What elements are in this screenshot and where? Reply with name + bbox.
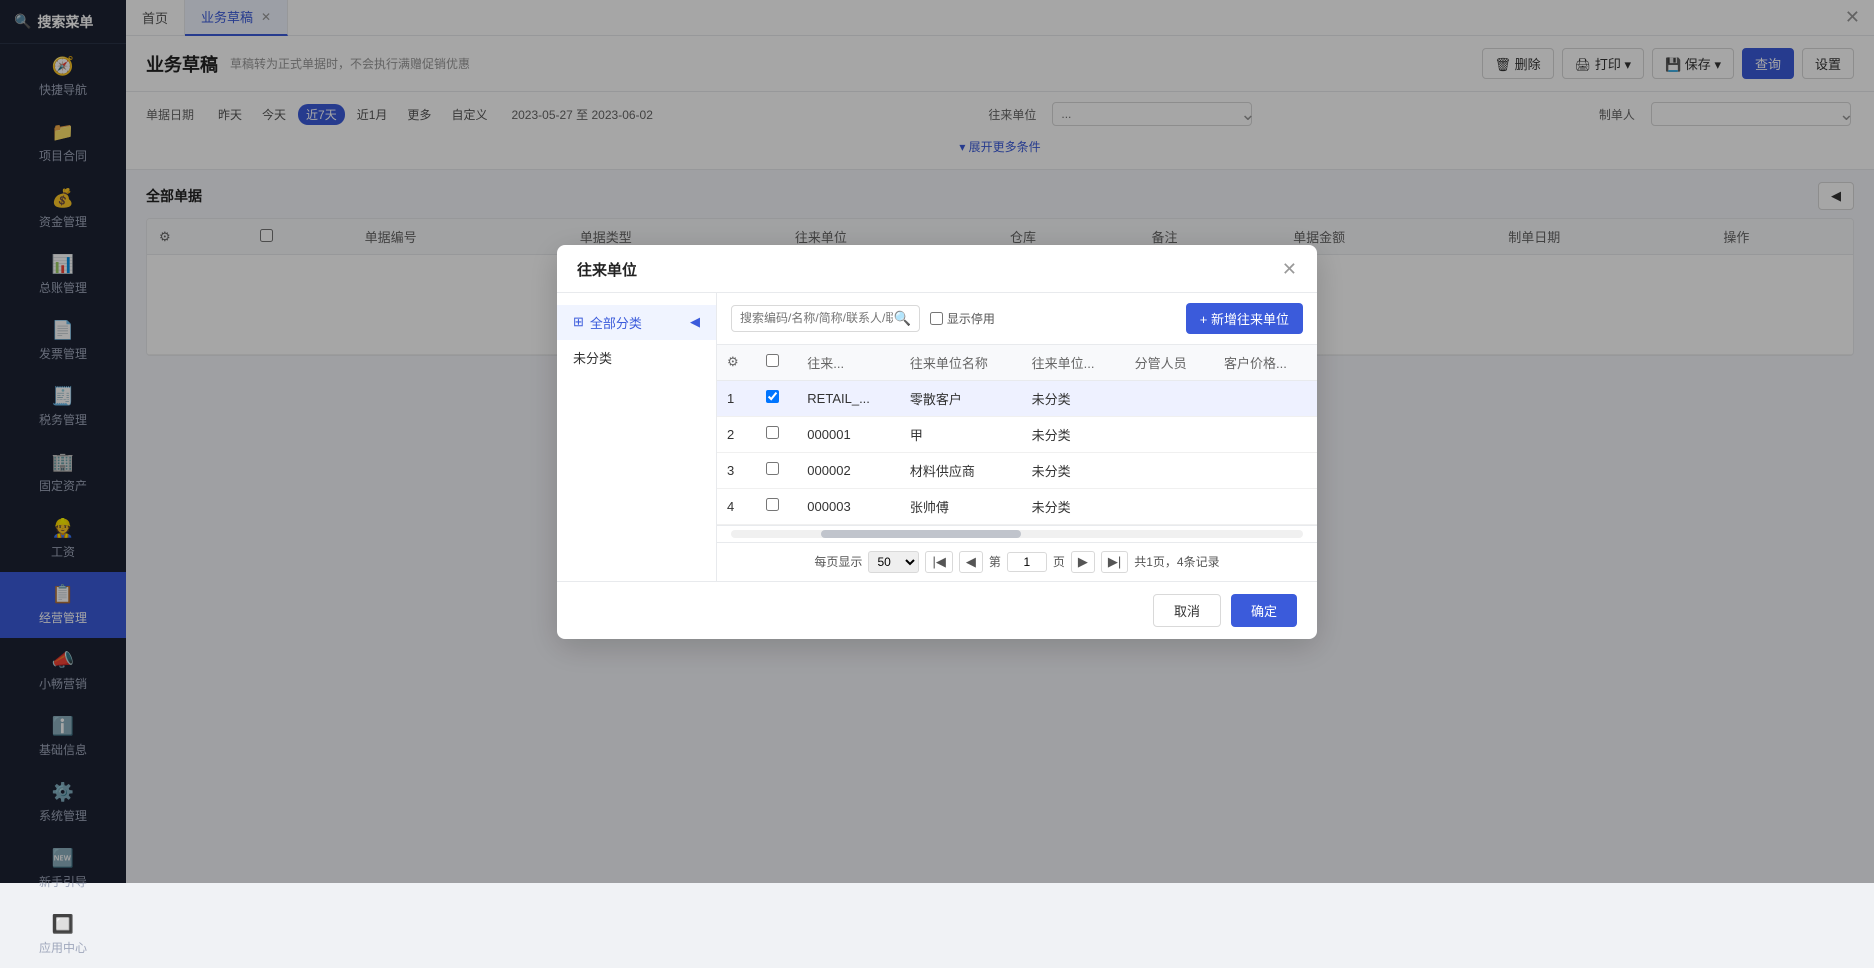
- dialog-actions: 取消 确定: [557, 581, 1317, 639]
- per-page-select[interactable]: 50 100: [868, 551, 919, 573]
- horizontal-scrollbar[interactable]: [717, 525, 1317, 542]
- dialog-table-row[interactable]: 4 000003 张帅傅 未分类: [717, 488, 1317, 524]
- row-code-1: 000001: [797, 416, 900, 452]
- row-category-1: 未分类: [1022, 416, 1125, 452]
- row-checkbox-0[interactable]: [766, 390, 779, 403]
- row-index-2: 3: [717, 452, 756, 488]
- counterpart-dialog: 往来单位 ✕ ⊞ 全部分类 ◀ 未分类: [557, 245, 1317, 639]
- row-price-3: [1214, 488, 1317, 524]
- dialog-title: 往来单位: [577, 259, 637, 280]
- row-checkbox-1[interactable]: [766, 426, 779, 439]
- row-code-3: 000003: [797, 488, 900, 524]
- row-name-2: 材料供应商: [900, 452, 1022, 488]
- dialog-table-row[interactable]: 3 000002 材料供应商 未分类: [717, 452, 1317, 488]
- sidebar-icon-13: 🔲: [52, 914, 74, 935]
- confirm-label: 确定: [1251, 604, 1277, 619]
- dialog-overlay: 往来单位 ✕ ⊞ 全部分类 ◀ 未分类: [0, 0, 1874, 883]
- row-check-3[interactable]: [756, 488, 797, 524]
- dialog-table: ⚙ 往来... 往来单位名称 往来单位... 分管人员 客户价格... 1: [717, 345, 1317, 525]
- sidebar-label-13: 应用中心: [39, 939, 87, 956]
- row-manager-1: [1125, 416, 1214, 452]
- all-category-label: 全部分类: [590, 313, 642, 332]
- row-check-2[interactable]: [756, 452, 797, 488]
- grid-icon: ⊞: [573, 314, 584, 330]
- dialog-select-all[interactable]: [766, 354, 779, 367]
- unclassified-label: 未分类: [573, 348, 612, 367]
- dialog-close-button[interactable]: ✕: [1282, 259, 1297, 280]
- row-price-0: [1214, 380, 1317, 416]
- dialog-toolbar: 🔍 显示停用 + 新增往来单位: [717, 293, 1317, 345]
- confirm-button[interactable]: 确定: [1231, 594, 1297, 627]
- row-category-3: 未分类: [1022, 488, 1125, 524]
- page-number-input[interactable]: [1007, 552, 1047, 572]
- dialog-body: ⊞ 全部分类 ◀ 未分类 🔍 显示停用: [557, 293, 1317, 581]
- page-label: 第: [989, 553, 1001, 570]
- row-category-2: 未分类: [1022, 452, 1125, 488]
- row-index-1: 2: [717, 416, 756, 452]
- page-unit-label: 页: [1053, 553, 1065, 570]
- first-page-button[interactable]: |◀: [925, 551, 952, 573]
- row-checkbox-3[interactable]: [766, 498, 779, 511]
- col-price: 客户价格...: [1214, 345, 1317, 381]
- search-input-wrap: 🔍: [731, 305, 920, 332]
- next-page-button[interactable]: ▶: [1071, 551, 1095, 573]
- prev-page-button[interactable]: ◀: [959, 551, 983, 573]
- row-price-2: [1214, 452, 1317, 488]
- fake-scrollbar-thumb[interactable]: [821, 530, 1021, 538]
- dialog-table-wrap: ⚙ 往来... 往来单位名称 往来单位... 分管人员 客户价格... 1: [717, 345, 1317, 525]
- dialog-table-row[interactable]: 1 RETAIL_... 零散客户 未分类: [717, 380, 1317, 416]
- total-records-label: 共1页，4条记录: [1134, 553, 1219, 570]
- dialog-sidebar-unclassified[interactable]: 未分类: [557, 340, 716, 375]
- row-manager-3: [1125, 488, 1214, 524]
- row-check-1[interactable]: [756, 416, 797, 452]
- row-check-0[interactable]: [756, 380, 797, 416]
- row-name-1: 甲: [900, 416, 1022, 452]
- cancel-label: 取消: [1174, 604, 1200, 619]
- row-name-3: 张帅傅: [900, 488, 1022, 524]
- add-counterpart-button[interactable]: + 新增往来单位: [1186, 303, 1303, 334]
- collapse-icon[interactable]: ◀: [690, 314, 700, 330]
- show-disabled-checkbox[interactable]: [930, 312, 943, 325]
- dialog-sidebar: ⊞ 全部分类 ◀ 未分类: [557, 293, 717, 581]
- dialog-table-row[interactable]: 2 000001 甲 未分类: [717, 416, 1317, 452]
- fake-scrollbar-track: [731, 530, 1303, 538]
- col-checkbox: [756, 345, 797, 381]
- col-gear: ⚙: [717, 345, 756, 381]
- dialog-main: 🔍 显示停用 + 新增往来单位: [717, 293, 1317, 581]
- row-category-0: 未分类: [1022, 380, 1125, 416]
- row-manager-2: [1125, 452, 1214, 488]
- counterpart-search-input[interactable]: [740, 311, 893, 325]
- sidebar-item-13[interactable]: 🔲 应用中心: [0, 902, 126, 968]
- row-code-2: 000002: [797, 452, 900, 488]
- per-page-label: 每页显示: [814, 553, 862, 570]
- search-icon: 🔍: [893, 310, 910, 327]
- row-index-3: 4: [717, 488, 756, 524]
- cancel-button[interactable]: 取消: [1153, 594, 1221, 627]
- dialog-sidebar-all[interactable]: ⊞ 全部分类 ◀: [557, 305, 716, 340]
- row-name-0: 零散客户: [900, 380, 1022, 416]
- row-checkbox-2[interactable]: [766, 462, 779, 475]
- row-manager-0: [1125, 380, 1214, 416]
- col-code: 往来...: [797, 345, 900, 381]
- row-code-0: RETAIL_...: [797, 380, 900, 416]
- row-index-0: 1: [717, 380, 756, 416]
- col-category: 往来单位...: [1022, 345, 1125, 381]
- col-name: 往来单位名称: [900, 345, 1022, 381]
- row-price-1: [1214, 416, 1317, 452]
- dialog-header: 往来单位 ✕: [557, 245, 1317, 293]
- add-button-label: + 新增往来单位: [1200, 312, 1289, 327]
- col-manager: 分管人员: [1125, 345, 1214, 381]
- last-page-button[interactable]: ▶|: [1101, 551, 1128, 573]
- show-disabled-label[interactable]: 显示停用: [930, 310, 995, 327]
- dialog-pagination: 每页显示 50 100 |◀ ◀ 第 页 ▶ ▶| 共1页，4条记录: [717, 542, 1317, 581]
- dialog-table-header: ⚙ 往来... 往来单位名称 往来单位... 分管人员 客户价格...: [717, 345, 1317, 381]
